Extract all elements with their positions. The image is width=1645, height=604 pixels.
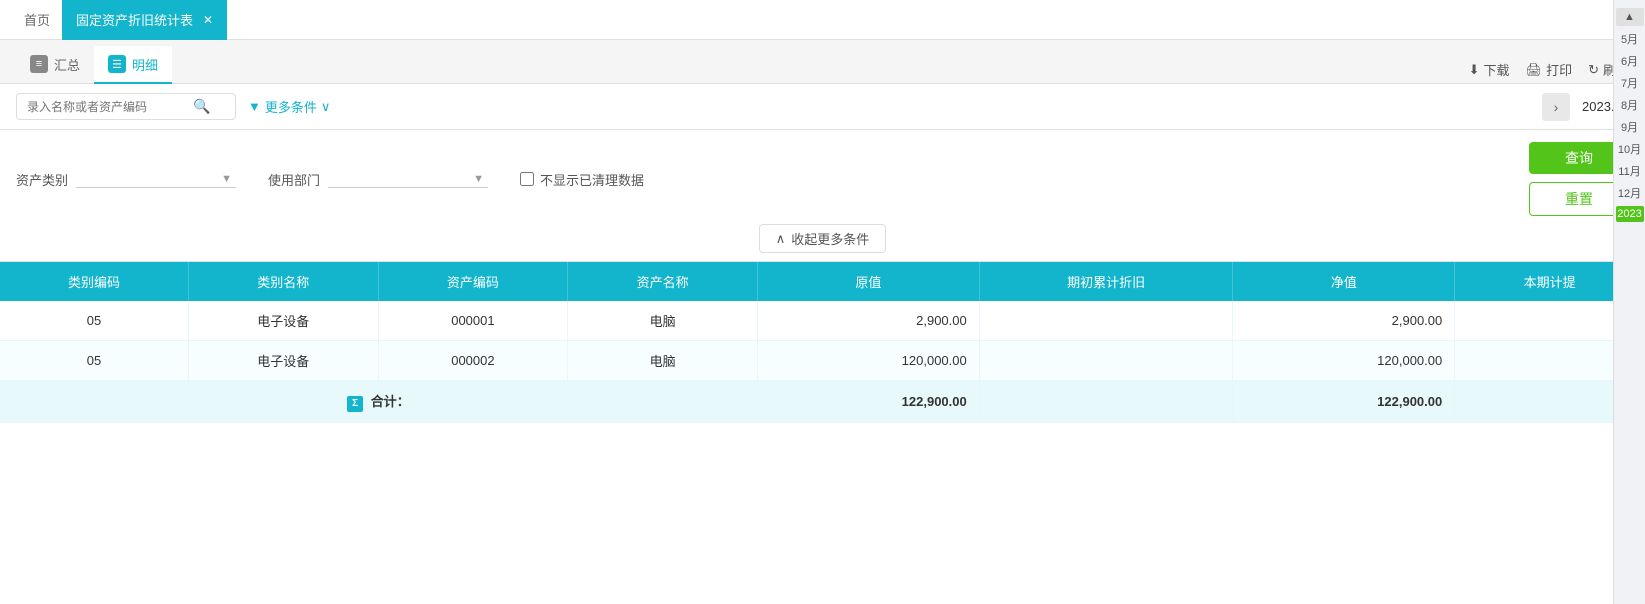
th-category-code: 类别编码 (0, 262, 188, 301)
asset-category-field: 资产类别 ▼ (16, 170, 236, 189)
month-list: 5月6月7月8月9月10月11月12月 (1616, 28, 1644, 204)
cell-category-code: 05 (0, 341, 188, 381)
month-item[interactable]: 6月 (1616, 50, 1644, 72)
summary-tab-icon: ≡ (30, 55, 48, 73)
month-item[interactable]: 12月 (1616, 182, 1644, 204)
chevron-right-icon: › (1554, 99, 1559, 115)
table-row: 05 电子设备 000002 电脑 120,000.00 120,000.00 (0, 341, 1645, 381)
panel-toggle-button[interactable]: › (1542, 93, 1570, 121)
search-input[interactable] (27, 100, 187, 114)
total-original-value: 122,900.00 (757, 381, 979, 423)
total-label: 合计： (371, 394, 410, 409)
scroll-up-button[interactable]: ▲ (1616, 8, 1644, 26)
cell-category-name: 电子设备 (188, 301, 378, 341)
filter-row-1: 资产类别 ▼ 使用部门 ▼ 不显示已清理数据 查询 重置 (16, 142, 1629, 216)
th-asset-name: 资产名称 (568, 262, 758, 301)
cell-net-value: 120,000.00 (1233, 341, 1455, 381)
table-body: 05 电子设备 000001 电脑 2,900.00 2,900.00 05 电… (0, 301, 1645, 422)
collapse-icon: ∧ (776, 231, 786, 247)
month-item[interactable]: 11月 (1616, 160, 1644, 182)
th-category-name: 类别名称 (188, 262, 378, 301)
right-side-panel: ▲ 5月6月7月8月9月10月11月12月 2023 (1613, 0, 1645, 604)
print-button[interactable]: 🖨 打印 (1526, 60, 1573, 79)
cell-asset-name: 电脑 (568, 301, 758, 341)
advanced-filter-panel: 资产类别 ▼ 使用部门 ▼ 不显示已清理数据 查询 重置 ∧ 收起更多条件 (0, 130, 1645, 262)
cell-asset-code: 000002 (378, 341, 568, 381)
th-asset-code: 资产编码 (378, 262, 568, 301)
summary-tab-label: 汇总 (54, 55, 80, 74)
cell-asset-code: 000001 (378, 301, 568, 341)
cell-net-value: 2,900.00 (1233, 301, 1455, 341)
use-department-arrow-icon: ▼ (473, 173, 484, 185)
th-accumulated-depreciation: 期初累计折旧 (979, 262, 1233, 301)
asset-category-select[interactable]: ▼ (76, 171, 236, 188)
th-net-value: 净值 (1233, 262, 1455, 301)
table-row: 05 电子设备 000001 电脑 2,900.00 2,900.00 (0, 301, 1645, 341)
cell-original-value: 2,900.00 (757, 301, 979, 341)
cell-original-value: 120,000.00 (757, 341, 979, 381)
hide-cleared-checkbox[interactable] (520, 172, 534, 186)
tab-actions: ⬇ 下载 🖨 打印 ↻ 刷新 (1469, 60, 1629, 83)
tab-bar: ≡ 汇总 ☰ 明细 ⬇ 下载 🖨 打印 ↻ 刷新 (0, 40, 1645, 84)
search-wrap: 🔍 (16, 93, 236, 120)
detail-tab-icon: ☰ (108, 55, 126, 73)
download-button[interactable]: ⬇ 下载 (1469, 60, 1510, 79)
use-department-select[interactable]: ▼ (328, 171, 488, 188)
total-icon: Σ (347, 396, 363, 412)
table-total-row: Σ 合计： 122,900.00 122,900.00 (0, 381, 1645, 423)
cell-accumulated-depreciation (979, 301, 1233, 341)
cell-accumulated-depreciation (979, 341, 1233, 381)
th-original-value: 原值 (757, 262, 979, 301)
month-item[interactable]: 5月 (1616, 28, 1644, 50)
year-badge: 2023 (1616, 206, 1644, 222)
tab-summary[interactable]: ≡ 汇总 (16, 46, 94, 84)
cell-category-code: 05 (0, 301, 188, 341)
download-label: 下载 (1484, 60, 1510, 79)
chevron-down-icon: ∨ (321, 99, 331, 115)
refresh-icon: ↻ (1588, 62, 1599, 78)
top-nav: 首页 固定资产折旧统计表 ✕ ✕ (0, 0, 1645, 40)
asset-category-arrow-icon: ▼ (221, 173, 232, 185)
table-header-row: 类别编码 类别名称 资产编码 资产名称 原值 期初累计折旧 净值 本期计提 (0, 262, 1645, 301)
collapse-bar: ∧ 收起更多条件 (16, 224, 1629, 253)
month-item[interactable]: 7月 (1616, 72, 1644, 94)
use-department-label: 使用部门 (268, 170, 320, 189)
total-label-cell: Σ 合计： (0, 381, 757, 423)
collapse-button[interactable]: ∧ 收起更多条件 (759, 224, 887, 253)
nav-tab-label: 固定资产折旧统计表 (76, 10, 193, 29)
filter-icon: ▼ (248, 99, 261, 114)
table-wrapper: 类别编码 类别名称 资产编码 资产名称 原值 期初累计折旧 净值 本期计提 05… (0, 262, 1645, 604)
month-item[interactable]: 9月 (1616, 116, 1644, 138)
month-item[interactable]: 10月 (1616, 138, 1644, 160)
collapse-label: 收起更多条件 (791, 229, 869, 248)
print-label: 打印 (1546, 60, 1572, 79)
search-icon[interactable]: 🔍 (193, 98, 210, 115)
cell-asset-name: 电脑 (568, 341, 758, 381)
asset-category-label: 资产类别 (16, 170, 68, 189)
detail-tab-label: 明细 (132, 55, 158, 74)
filter-bar: 🔍 ▼ 更多条件 ∨ › 2023.01 (0, 84, 1645, 130)
nav-tab-close-icon[interactable]: ✕ (203, 13, 213, 27)
month-item[interactable]: 8月 (1616, 94, 1644, 116)
more-filters-button[interactable]: ▼ 更多条件 ∨ (248, 97, 330, 116)
hide-cleared-field[interactable]: 不显示已清理数据 (520, 170, 644, 189)
more-filters-label: 更多条件 (265, 97, 317, 116)
nav-active-tab[interactable]: 固定资产折旧统计表 ✕ (62, 0, 227, 40)
nav-home[interactable]: 首页 (16, 10, 58, 29)
hide-cleared-label: 不显示已清理数据 (540, 170, 644, 189)
total-net-value: 122,900.00 (1233, 381, 1455, 423)
total-accumulated-depreciation (979, 381, 1233, 423)
use-department-field: 使用部门 ▼ (268, 170, 488, 189)
tab-detail[interactable]: ☰ 明细 (94, 46, 172, 84)
asset-table: 类别编码 类别名称 资产编码 资产名称 原值 期初累计折旧 净值 本期计提 05… (0, 262, 1645, 423)
print-icon: 🖨 (1526, 62, 1543, 78)
cell-category-name: 电子设备 (188, 341, 378, 381)
download-icon: ⬇ (1469, 62, 1480, 78)
